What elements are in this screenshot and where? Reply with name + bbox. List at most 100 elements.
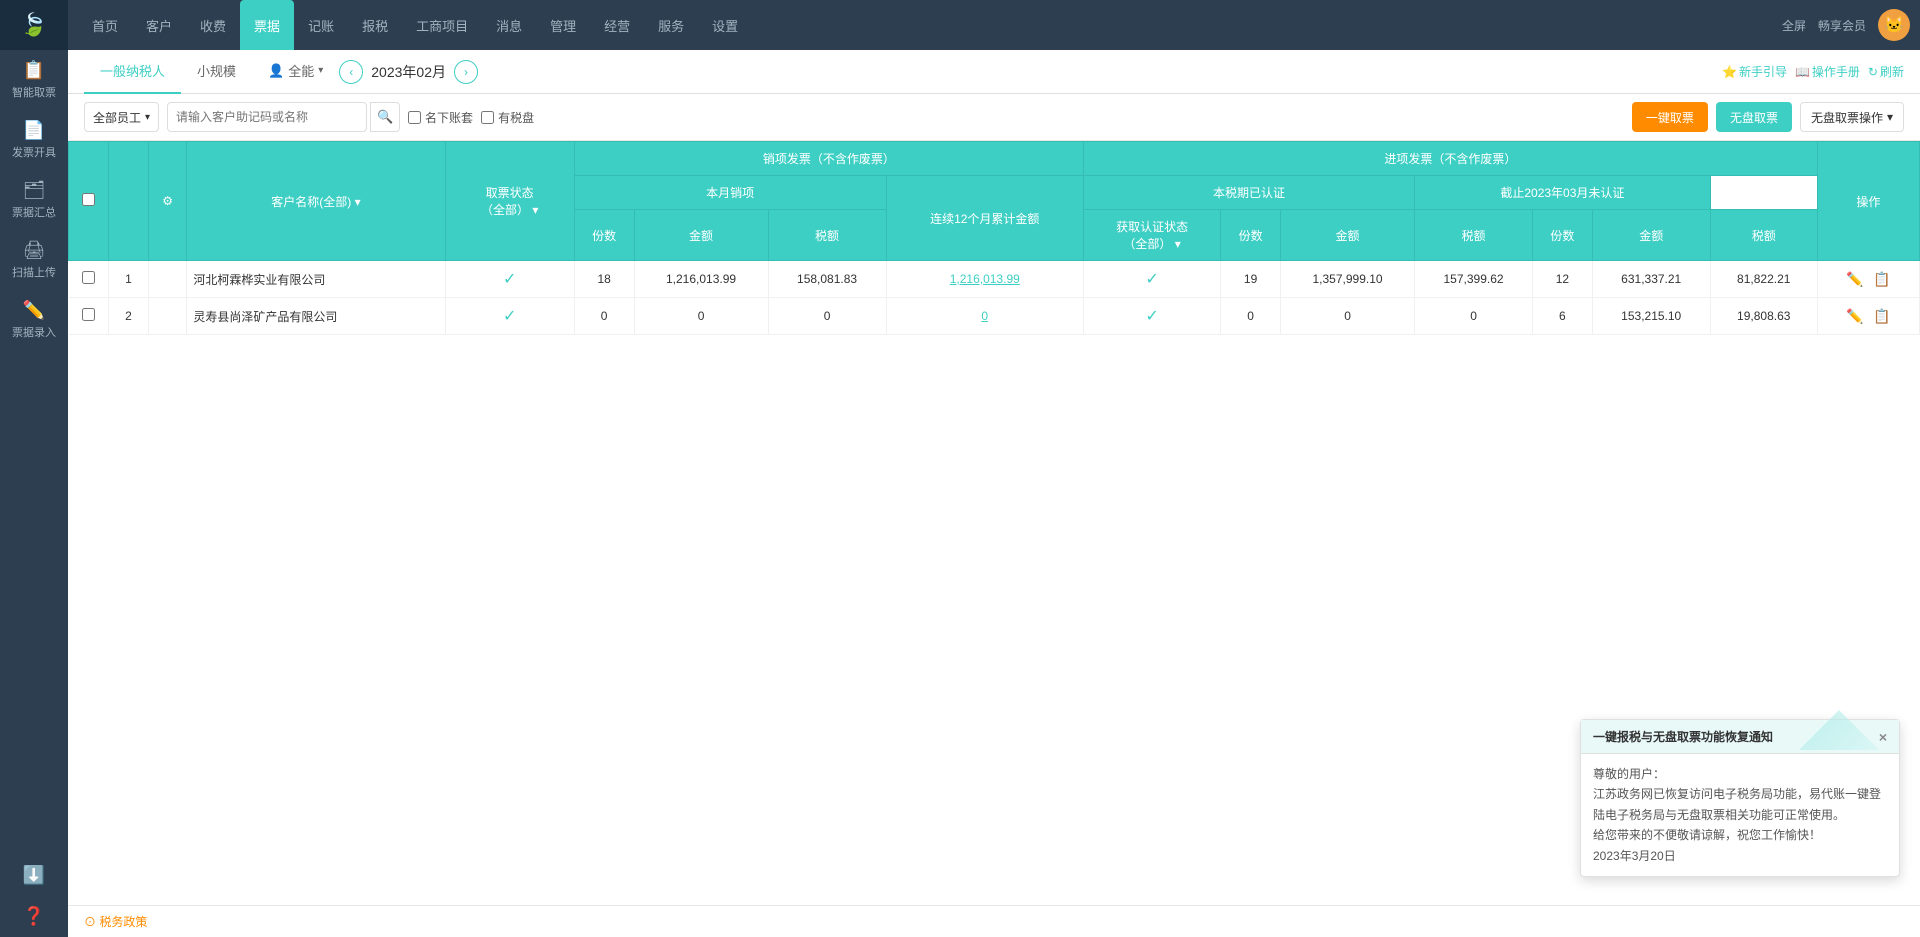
subordinate-checkbox-label[interactable]: 名下账套 — [408, 109, 473, 126]
sidebar-item-download[interactable]: ⬇️ — [0, 855, 68, 896]
tax-disk-checkbox-label[interactable]: 有税盘 — [481, 109, 534, 126]
new-guide-btn[interactable]: ⭐ 新手引导 — [1722, 63, 1787, 80]
th-status[interactable]: 取票状态（全部） ▾ — [445, 142, 574, 261]
th-cert-amount: 金额 — [1280, 210, 1414, 261]
sidebar-item-help[interactable]: ❓ — [0, 896, 68, 937]
row1-uncert-amount: 631,337.21 — [1592, 261, 1710, 298]
nav-business[interactable]: 工商项目 — [402, 0, 482, 50]
refresh-btn[interactable]: ↻ 刷新 — [1868, 63, 1904, 80]
tab-bar: 一般纳税人 小规模 👤 全能 ▾ ‹ 2023年02月 › ⭐ 新手引导 — [68, 50, 1920, 94]
tab-general[interactable]: 一般纳税人 — [84, 50, 181, 94]
refresh-label: 刷新 — [1880, 63, 1904, 80]
table-row: 2 灵寿县尚泽矿产品有限公司 ✓ 0 0 0 0 ✓ — [69, 298, 1920, 335]
th-cumulative-12: 连续12个月累计金额 — [886, 176, 1084, 261]
row2-cumulative-link[interactable]: 0 — [981, 309, 988, 323]
no-disk-ops-arrow-icon: ▾ — [1887, 110, 1893, 124]
row2-uncert-tax: 19,808.63 — [1710, 298, 1817, 335]
th-sales-invoice-group: 销项发票（不含作废票） — [574, 142, 1083, 176]
nav-collection[interactable]: 收费 — [186, 0, 240, 50]
sidebar-item-smart-deduct[interactable]: 📋 智能取票 — [0, 50, 68, 110]
table-row: 1 河北柯霖桦实业有限公司 ✓ 18 1,216,013.99 158,081.… — [69, 261, 1920, 298]
tab-general-label: 一般纳税人 — [100, 61, 165, 80]
row1-cumulative-link[interactable]: 1,216,013.99 — [950, 272, 1020, 286]
row1-cumulative: 1,216,013.99 — [886, 261, 1084, 298]
tab-all-dropdown-icon: ▾ — [318, 65, 323, 76]
no-disk-btn[interactable]: 无盘取票 — [1716, 102, 1792, 132]
tab-small[interactable]: 小规模 — [181, 50, 252, 94]
current-month-label: 2023年02月 — [371, 62, 446, 82]
nav-service[interactable]: 服务 — [644, 0, 698, 50]
prev-month-btn[interactable]: ‹ — [339, 60, 363, 84]
fullscreen-btn[interactable]: 全屏 — [1782, 17, 1806, 34]
scan-icon: 🖨 — [23, 240, 46, 261]
no-disk-ops-btn[interactable]: 无盘取票操作 ▾ — [1800, 102, 1904, 132]
th-sales-amount: 金额 — [634, 210, 768, 261]
tab-all[interactable]: 👤 全能 ▾ — [252, 50, 339, 94]
next-month-btn[interactable]: › — [454, 60, 478, 84]
row2-edit-icon[interactable]: ✏️ — [1846, 308, 1863, 324]
tax-disk-checkbox[interactable] — [481, 111, 494, 124]
search-button[interactable]: 🔍 — [370, 102, 400, 132]
sidebar-item-label-smart: 智能取票 — [12, 84, 56, 100]
customer-name-label: 客户名称(全部) — [271, 195, 351, 209]
row2-cumulative: 0 — [886, 298, 1084, 335]
sidebar-item-entry[interactable]: ✏️ 票据录入 — [0, 290, 68, 350]
one-click-btn[interactable]: 一键取票 — [1632, 102, 1708, 132]
user-avatar[interactable]: 🐱 — [1878, 9, 1910, 41]
row1-checkbox[interactable] — [69, 261, 109, 298]
row1-status-icon: ✓ — [503, 271, 516, 288]
nav-management[interactable]: 管理 — [536, 0, 590, 50]
th-uncert-count: 份数 — [1533, 210, 1593, 261]
th-customer-name[interactable]: 客户名称(全部) ▾ — [187, 142, 445, 261]
row2-uncert-count: 6 — [1533, 298, 1593, 335]
entry-icon: ✏️ — [23, 300, 45, 321]
nav-customer[interactable]: 客户 — [132, 0, 186, 50]
th-uncert-tax: 税额 — [1710, 210, 1817, 261]
row1-edit-icon[interactable]: ✏️ — [1846, 271, 1863, 287]
row2-cert-status: ✓ — [1084, 298, 1221, 335]
employee-select[interactable]: 全部员工 ▾ — [84, 102, 159, 132]
toolbar-right-actions: 一键取票 无盘取票 无盘取票操作 ▾ — [1632, 102, 1904, 132]
notification-popup: 一键报税与无盘取票功能恢复通知 × 尊敬的用户： 江苏政务网已恢复访问电子税务局… — [1580, 719, 1900, 877]
toolbar: 全部员工 ▾ 🔍 名下账套 有税盘 一键取票 无盘取票 无盘取票操作 ▾ — [68, 94, 1920, 141]
topnav-right: 全屏 畅享会员 🐱 — [1782, 9, 1910, 41]
manual-btn[interactable]: 📖 操作手册 — [1795, 63, 1860, 80]
row1-detail-icon[interactable]: 📋 — [1873, 271, 1890, 287]
row2-checkbox[interactable] — [69, 298, 109, 335]
row2-cert-tax: 0 — [1415, 298, 1533, 335]
refresh-icon: ↻ — [1868, 65, 1878, 79]
notification-close-btn[interactable]: × — [1879, 729, 1887, 745]
nav-operation[interactable]: 经营 — [590, 0, 644, 50]
nav-home[interactable]: 首页 — [78, 0, 132, 50]
nav-settings[interactable]: 设置 — [698, 0, 752, 50]
manual-label: 操作手册 — [1812, 63, 1860, 80]
sidebar-item-scan[interactable]: 🖨 扫描上传 — [0, 230, 68, 290]
select-all-checkbox[interactable] — [82, 193, 95, 206]
invoice-table: ⚙ 客户名称(全部) ▾ 取票状态（全部） ▾ 销项发票（不含作废票） 进项发票… — [68, 141, 1920, 335]
sidebar-item-summary[interactable]: 🗂 票据汇总 — [0, 170, 68, 230]
subordinate-checkbox[interactable] — [408, 111, 421, 124]
row2-detail-icon[interactable]: 📋 — [1873, 308, 1890, 324]
tab-all-label: 全能 — [288, 61, 314, 80]
nav-invoice[interactable]: 票据 — [240, 0, 294, 50]
settings-icon[interactable]: ⚙ — [162, 194, 173, 208]
row1-cert-status: ✓ — [1084, 261, 1221, 298]
search-input[interactable] — [167, 102, 367, 132]
row2-status-icon: ✓ — [503, 308, 516, 325]
nav-tax[interactable]: 报税 — [348, 0, 402, 50]
row2-sales-tax: 0 — [768, 298, 886, 335]
nav-bookkeeping[interactable]: 记账 — [294, 0, 348, 50]
row2-operation: ✏️ 📋 — [1817, 298, 1919, 335]
sidebar: 🍃 📋 智能取票 📄 发票开具 🗂 票据汇总 🖨 扫描上传 ✏️ 票据录入 ⬇️… — [0, 0, 68, 937]
employee-dropdown-icon: ▾ — [145, 112, 150, 123]
row2-sales-amount: 0 — [634, 298, 768, 335]
subordinate-label: 名下账套 — [425, 109, 473, 126]
nav-message[interactable]: 消息 — [482, 0, 536, 50]
sidebar-item-invoice-open[interactable]: 📄 发票开具 — [0, 110, 68, 170]
th-sales-count: 份数 — [574, 210, 634, 261]
vip-btn[interactable]: 畅享会员 — [1818, 17, 1866, 34]
th-cert-status[interactable]: 获取认证状态（全部） ▾ — [1084, 210, 1221, 261]
row1-sales-amount: 1,216,013.99 — [634, 261, 768, 298]
row1-index: 1 — [109, 261, 149, 298]
tax-policy-link[interactable]: ⊙ 税务政策 — [84, 913, 147, 930]
